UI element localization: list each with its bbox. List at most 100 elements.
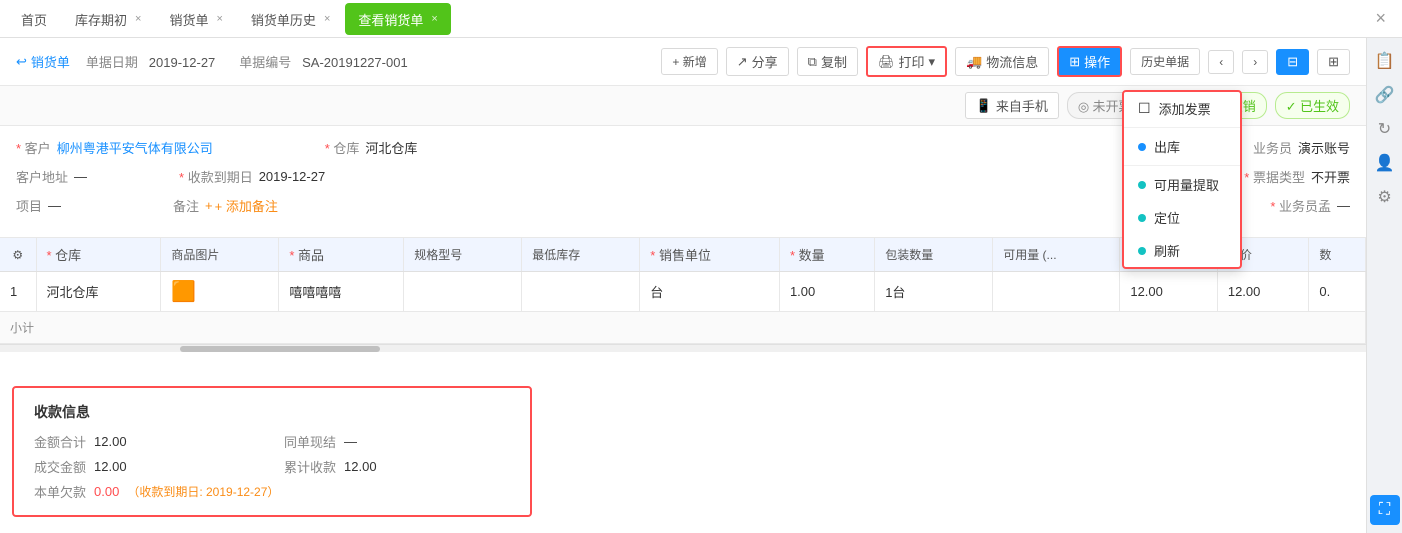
print-button[interactable]: 🖨 打印 ▾ [866, 46, 947, 77]
doc-date-label: 单据日期 2019-12-27 [86, 52, 215, 71]
list-view-button[interactable]: ⊞ [1317, 49, 1350, 75]
dot-cyan-icon-3 [1138, 247, 1146, 255]
global-close-button[interactable]: × [1367, 4, 1394, 33]
list-icon: ⊞ [1328, 54, 1339, 70]
customer-value[interactable]: 柳州粤港平安气体有限公司 [57, 138, 213, 157]
total-row: 金额合计 12.00 [34, 432, 260, 451]
cell-warehouse: 河北仓库 [36, 272, 161, 312]
total-value: 12.00 [94, 434, 127, 449]
sales-field: 业务员孟 — [1270, 196, 1350, 215]
sidebar-icon-rotate[interactable]: ↻ [1370, 114, 1400, 144]
sidebar-icon-expand[interactable]: ⛶ [1370, 495, 1400, 525]
grid-view-button[interactable]: ⊟ [1276, 49, 1309, 75]
th-qty: 数量 [779, 238, 874, 272]
sidebar-icon-settings[interactable]: ⚙ [1370, 182, 1400, 212]
dropdown-refresh[interactable]: 刷新 [1124, 234, 1240, 267]
cell-unit: 台 [640, 272, 780, 312]
tab-view-sales[interactable]: 查看销货单 × [345, 3, 450, 35]
owed-row: 本单欠款 0.00 （收款到期日: 2019-12-27） [34, 482, 510, 501]
effected-badge[interactable]: ✓ 已生效 [1275, 92, 1350, 119]
sidebar-icon-link[interactable]: 🔗 [1370, 80, 1400, 110]
copy-icon: ⧉ [808, 54, 817, 70]
project-label: 项目 [16, 196, 42, 215]
tab-sales-history[interactable]: 销货单历史 × [238, 3, 343, 35]
tab-sales-history-close[interactable]: × [324, 13, 330, 25]
address-label: 客户地址 [16, 167, 68, 186]
th-pkg-qty: 包装数量 [875, 238, 993, 272]
deal-amount-row: 成交金额 12.00 [34, 457, 260, 476]
cell-amount: 0. [1309, 272, 1366, 312]
deal-amount-value: 12.00 [94, 459, 127, 474]
tab-home[interactable]: 首页 [8, 3, 60, 35]
customer-field: 客户 柳州粤港平安气体有限公司 [16, 138, 213, 157]
next-button[interactable]: › [1242, 50, 1268, 74]
history-button[interactable]: 历史单据 [1130, 48, 1200, 75]
from-phone-button[interactable]: 📱 来自手机 [965, 92, 1059, 119]
deal-amount-label: 成交金额 [34, 457, 86, 476]
employee-field: 业务员 演示账号 [1253, 138, 1350, 157]
payment-date-value: 2019-12-27 [259, 169, 326, 184]
owed-value: 0.00 [94, 484, 119, 499]
new-button[interactable]: + 新增 [661, 48, 717, 75]
phone-icon: 📱 [976, 98, 992, 114]
dropdown-divider-1 [1124, 127, 1240, 128]
cell-image: 🟧 [161, 272, 279, 312]
logistics-button[interactable]: 🚚 物流信息 [955, 47, 1049, 76]
tab-home-label: 首页 [21, 10, 47, 29]
owed-label: 本单欠款 [34, 482, 86, 501]
cell-qty: 1.00 [779, 272, 874, 312]
total-label: 金额合计 [34, 432, 86, 451]
copy-button[interactable]: ⧉ 复制 [797, 47, 858, 76]
cumulative-value: 12.00 [344, 459, 377, 474]
ticket-type-value: 不开票 [1311, 167, 1350, 186]
th-unit: 销售单位 [640, 238, 780, 272]
subtotal-label: 小计 [0, 312, 1366, 344]
cumulative-label: 累计收款 [284, 457, 336, 476]
cell-spec [404, 272, 522, 312]
th-product: 商品 [279, 238, 404, 272]
tab-inventory-init-close[interactable]: × [135, 13, 141, 25]
tab-sales-order-close[interactable]: × [216, 13, 222, 25]
ticket-icon: ◎ [1078, 99, 1089, 114]
share-button[interactable]: ↗ 分享 [726, 47, 789, 76]
sales-label: 业务员孟 [1270, 196, 1331, 215]
tab-sales-order[interactable]: 销货单 × [156, 3, 235, 35]
operation-icon: ⊞ [1069, 54, 1080, 70]
tab-sales-history-label: 销货单历史 [251, 10, 316, 29]
th-gear[interactable]: ⚙ [0, 238, 36, 272]
same-order-label: 同单现结 [284, 432, 336, 451]
tab-inventory-init[interactable]: 库存期初 × [62, 3, 154, 35]
operation-button[interactable]: ⊞ 操作 [1057, 46, 1122, 77]
cell-available [993, 272, 1120, 312]
customer-label: 客户 [16, 138, 51, 157]
doc-number-label: 单据编号 SA-20191227-001 [239, 52, 407, 71]
sidebar-icon-copy[interactable]: 📋 [1370, 46, 1400, 76]
prev-button[interactable]: ‹ [1208, 50, 1234, 74]
print-icon: 🖨 [878, 54, 895, 70]
address-value: — [74, 169, 87, 184]
ticket-type-label: 票据类型 [1244, 167, 1305, 186]
doc-type-icon: ↩ [16, 54, 27, 70]
th-min-stock: 最低库存 [522, 238, 640, 272]
subtotal-row: 小计 [0, 312, 1366, 344]
payment-date-label: 收款到期日 [179, 167, 253, 186]
share-icon: ↗ [737, 54, 748, 70]
same-order-row: 同单现结 — [284, 432, 510, 451]
doc-type-label: 销货单 [31, 52, 70, 71]
add-note-button[interactable]: + + 添加备注 [205, 196, 278, 215]
add-note-icon: + [205, 198, 213, 213]
dot-blue-icon [1138, 143, 1146, 151]
sales-value: — [1337, 198, 1350, 213]
dropdown-outbound[interactable]: 出库 [1124, 130, 1240, 163]
dropdown-available-qty[interactable]: 可用量提取 [1124, 168, 1240, 201]
sidebar-icon-user[interactable]: 👤 [1370, 148, 1400, 178]
tab-view-sales-close[interactable]: × [431, 13, 437, 25]
warehouse-field: 仓库 河北仓库 [325, 138, 418, 157]
dropdown-locate[interactable]: 定位 [1124, 201, 1240, 234]
note-field: 备注 + + 添加备注 [173, 196, 278, 215]
warehouse-value: 河北仓库 [365, 138, 417, 157]
dropdown-add-invoice[interactable]: ☐ 添加发票 [1124, 92, 1240, 125]
warehouse-label: 仓库 [325, 138, 360, 157]
tab-sales-order-label: 销货单 [169, 10, 208, 29]
cell-current: 12.00 [1120, 272, 1218, 312]
